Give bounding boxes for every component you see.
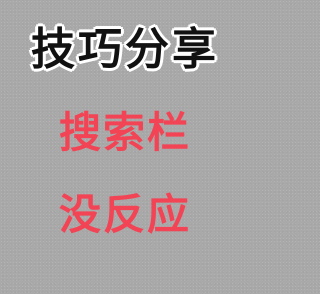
title-heading: 技巧分享 — [30, 24, 219, 75]
subtitle-line-2: 没反应 — [58, 190, 191, 239]
subtitle-line-1: 搜索栏 — [58, 108, 191, 157]
